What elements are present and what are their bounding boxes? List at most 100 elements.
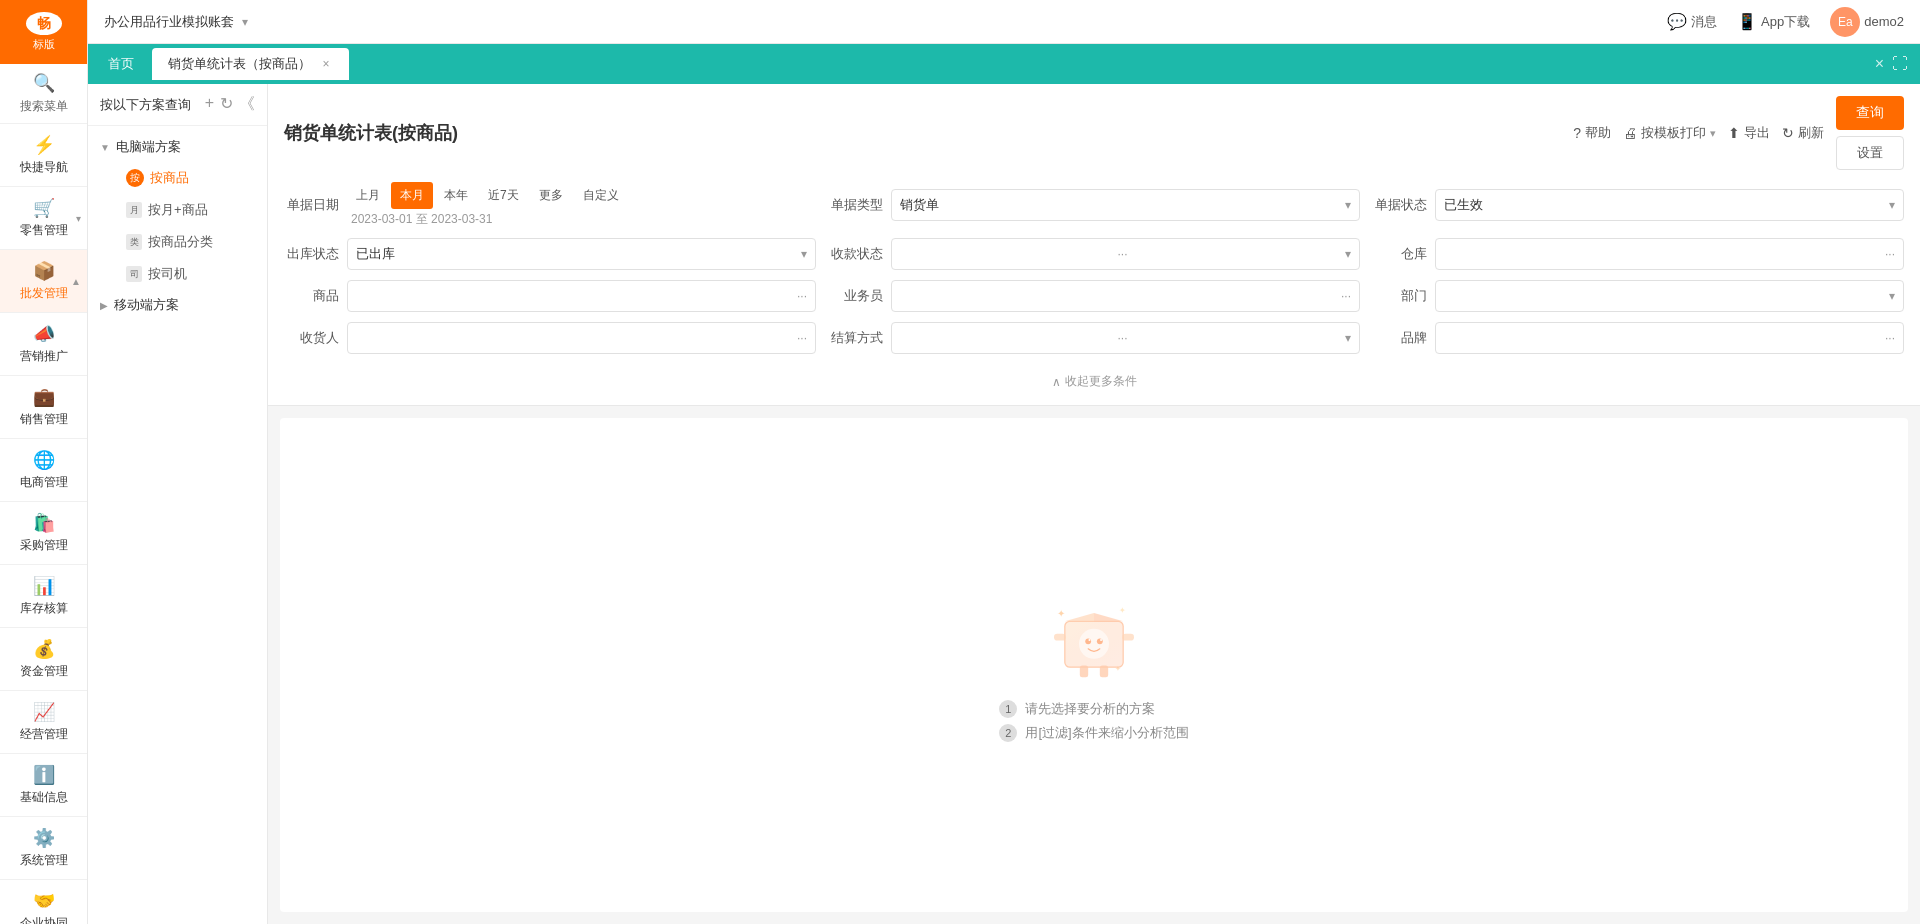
- by-product-label: 按商品: [150, 169, 189, 187]
- wholesale-label: 批发管理: [20, 285, 68, 302]
- operation-label: 经营管理: [20, 726, 68, 743]
- enterprise-icon: 🤝: [33, 890, 55, 912]
- user-action[interactable]: Ea demo2: [1830, 7, 1904, 37]
- sidebar-item-ecommerce[interactable]: 🌐 电商管理: [0, 439, 87, 502]
- date-tab-more[interactable]: 更多: [530, 182, 572, 209]
- scheme-group-mobile[interactable]: ▶ 移动端方案: [88, 290, 267, 320]
- sidebar-item-basic[interactable]: ℹ️ 基础信息: [0, 754, 87, 817]
- warehouse-control[interactable]: ···: [1435, 238, 1904, 270]
- print-icon: 🖨: [1623, 125, 1637, 141]
- collapse-panel-btn[interactable]: 《: [239, 94, 255, 115]
- receiver-label: 收货人: [284, 329, 339, 347]
- marketing-icon: 📣: [33, 323, 55, 345]
- svg-rect-12: [1122, 634, 1134, 641]
- salesman-control[interactable]: ···: [891, 280, 1360, 312]
- sidebar-item-quick-nav[interactable]: ⚡ 快捷导航: [0, 124, 87, 187]
- print-action[interactable]: 🖨 按模板打印 ▾: [1623, 124, 1716, 142]
- date-tab-custom[interactable]: 自定义: [574, 182, 628, 209]
- desktop-group-label: 电脑端方案: [116, 138, 181, 156]
- date-tab-this-year[interactable]: 本年: [435, 182, 477, 209]
- add-scheme-btn[interactable]: +: [205, 94, 214, 115]
- bill-type-control[interactable]: 销货单 ▾: [891, 189, 1360, 221]
- settlement-more-icon: ···: [1117, 331, 1127, 345]
- department-control[interactable]: ▾: [1435, 280, 1904, 312]
- out-status-control[interactable]: 已出库 ▾: [347, 238, 816, 270]
- page-title: 销货单统计表(按商品): [284, 121, 458, 145]
- tip-2-num: 2: [999, 724, 1017, 742]
- warehouse-filter-item: 仓库 ···: [1372, 238, 1904, 270]
- bill-type-filter-item: 单据类型 销货单 ▾: [828, 189, 1360, 221]
- product-control[interactable]: ···: [347, 280, 816, 312]
- bill-status-dropdown-icon: ▾: [1889, 198, 1895, 212]
- tab-home-label: 首页: [108, 55, 134, 73]
- purchase-icon: 🛍️: [33, 512, 55, 534]
- message-label: 消息: [1691, 13, 1717, 31]
- finance-icon: 💰: [33, 638, 55, 660]
- refresh-action[interactable]: ↻ 刷新: [1782, 124, 1824, 142]
- bill-status-control[interactable]: 已生效 ▾: [1435, 189, 1904, 221]
- sidebar-item-operation[interactable]: 📈 经营管理: [0, 691, 87, 754]
- svg-rect-9: [1080, 666, 1088, 678]
- collapse-btn[interactable]: ∧ 收起更多条件: [1040, 370, 1149, 393]
- tab-close-window-btn[interactable]: ×: [1875, 55, 1884, 73]
- basic-icon: ℹ️: [33, 764, 55, 786]
- settlement-dropdown-icon: ▾: [1345, 331, 1351, 345]
- tab-maximize-btn[interactable]: ⛶: [1892, 55, 1908, 73]
- app-download-action[interactable]: 📱 App下载: [1737, 12, 1810, 31]
- svg-rect-10: [1100, 666, 1108, 678]
- empty-tip-2: 2 用[过滤]条件来缩小分析范围: [999, 724, 1188, 742]
- date-tab-7days[interactable]: 近7天: [479, 182, 528, 209]
- query-btn[interactable]: 查询: [1836, 96, 1904, 130]
- scheme-by-month-product[interactable]: 月 按月+商品: [98, 194, 267, 226]
- tab-sales-stat[interactable]: 销货单统计表（按商品） ×: [152, 48, 349, 80]
- sidebar-item-marketing[interactable]: 📣 营销推广: [0, 313, 87, 376]
- brand-control[interactable]: ···: [1435, 322, 1904, 354]
- filter-area: 销货单统计表(按商品) ? 帮助 🖨 按模板打印 ▾ ⬆: [268, 84, 1920, 406]
- app-download-icon: 📱: [1737, 12, 1757, 31]
- sidebar-item-retail[interactable]: 🛒 零售管理 ▾: [0, 187, 87, 250]
- user-name: demo2: [1864, 14, 1904, 29]
- refresh-icon: ↻: [1782, 125, 1794, 141]
- by-product-icon: 按: [126, 169, 144, 187]
- print-dropdown-icon[interactable]: ▾: [1710, 127, 1716, 140]
- tab-home[interactable]: 首页: [92, 48, 150, 80]
- sidebar-item-wholesale[interactable]: 📦 批发管理 ▲: [0, 250, 87, 313]
- sidebar-item-finance[interactable]: 💰 资金管理: [0, 628, 87, 691]
- operation-icon: 📈: [33, 701, 55, 723]
- filter-row-4: 收货人 ··· 结算方式 ··· ▾: [284, 322, 1904, 354]
- inventory-icon: 📊: [33, 575, 55, 597]
- receive-status-control[interactable]: ··· ▾: [891, 238, 1360, 270]
- wholesale-icon: 📦: [33, 260, 55, 282]
- sidebar-item-purchase[interactable]: 🛍️ 采购管理: [0, 502, 87, 565]
- export-action[interactable]: ⬆ 导出: [1728, 124, 1770, 142]
- out-status-dropdown-icon: ▾: [801, 247, 807, 261]
- sidebar-item-enterprise[interactable]: 🤝 企业协同: [0, 880, 87, 924]
- scheme-by-category[interactable]: 类 按商品分类: [98, 226, 267, 258]
- date-tab-this-month[interactable]: 本月: [391, 182, 433, 209]
- date-tab-last-month[interactable]: 上月: [347, 182, 389, 209]
- mobile-group-arrow: ▶: [100, 300, 108, 311]
- bill-type-value: 销货单: [900, 196, 939, 214]
- by-driver-icon: 司: [126, 266, 142, 282]
- panel-header-actions: + ↻ 《: [205, 94, 255, 115]
- settlement-control[interactable]: ··· ▾: [891, 322, 1360, 354]
- quick-nav-icon: ⚡: [33, 134, 55, 156]
- search-menu-item[interactable]: 🔍 搜索菜单: [0, 64, 87, 124]
- scheme-group-desktop[interactable]: ▼ 电脑端方案: [88, 132, 267, 162]
- receiver-control[interactable]: ···: [347, 322, 816, 354]
- message-action[interactable]: 💬 消息: [1667, 12, 1717, 31]
- refresh-scheme-btn[interactable]: ↻: [220, 94, 233, 115]
- bill-status-value: 已生效: [1444, 196, 1483, 214]
- scheme-by-product[interactable]: 按 按商品: [98, 162, 267, 194]
- out-status-value: 已出库: [356, 245, 395, 263]
- help-action[interactable]: ? 帮助: [1573, 124, 1611, 142]
- tab-close-icon[interactable]: ×: [319, 57, 333, 71]
- sidebar-item-sales[interactable]: 💼 销售管理: [0, 376, 87, 439]
- sidebar-item-system[interactable]: ⚙️ 系统管理: [0, 817, 87, 880]
- scheme-by-driver[interactable]: 司 按司机: [98, 258, 267, 290]
- warehouse-label: 仓库: [1372, 245, 1427, 263]
- sidebar-item-inventory[interactable]: 📊 库存核算: [0, 565, 87, 628]
- marketing-label: 营销推广: [20, 348, 68, 365]
- settings-btn[interactable]: 设置: [1836, 136, 1904, 170]
- industry-dropdown-icon[interactable]: ▾: [242, 15, 248, 29]
